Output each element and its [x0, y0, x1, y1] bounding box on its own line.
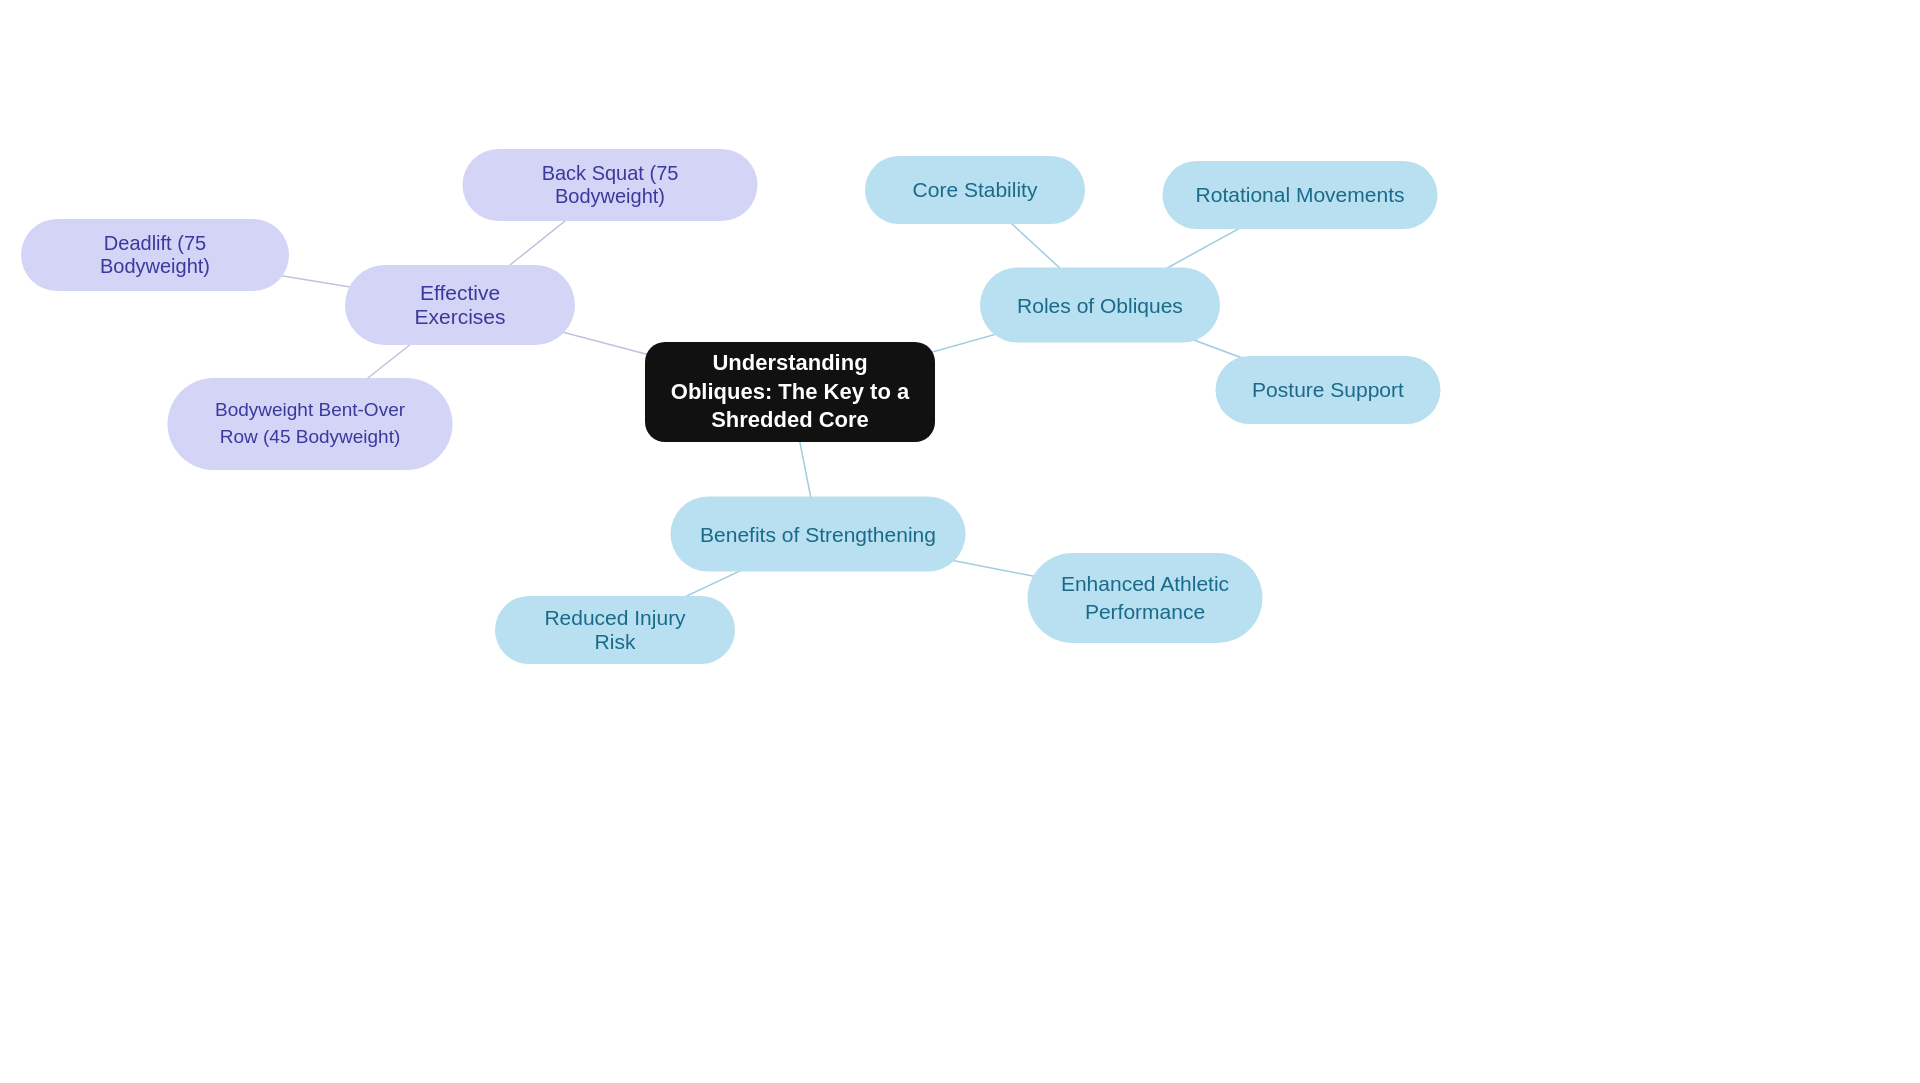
- roles-of-obliques-node[interactable]: Roles of Obliques: [980, 268, 1220, 343]
- bent-over-row-node[interactable]: Bodyweight Bent-Over Row (45 Bodyweight): [168, 378, 453, 470]
- center-node[interactable]: Understanding Obliques: The Key to a Shr…: [645, 342, 935, 442]
- core-stability-node[interactable]: Core Stability: [865, 156, 1085, 224]
- deadlift-node[interactable]: Deadlift (75 Bodyweight): [21, 219, 289, 291]
- posture-support-node[interactable]: Posture Support: [1216, 356, 1441, 424]
- reduced-injury-risk-node[interactable]: Reduced Injury Risk: [495, 596, 735, 664]
- rotational-movements-node[interactable]: Rotational Movements: [1163, 161, 1438, 229]
- benefits-strengthening-node[interactable]: Benefits of Strengthening: [671, 497, 966, 572]
- enhanced-athletic-node[interactable]: Enhanced Athletic Performance: [1028, 553, 1263, 643]
- back-squat-node[interactable]: Back Squat (75 Bodyweight): [463, 149, 758, 221]
- effective-exercises-node[interactable]: Effective Exercises: [345, 265, 575, 345]
